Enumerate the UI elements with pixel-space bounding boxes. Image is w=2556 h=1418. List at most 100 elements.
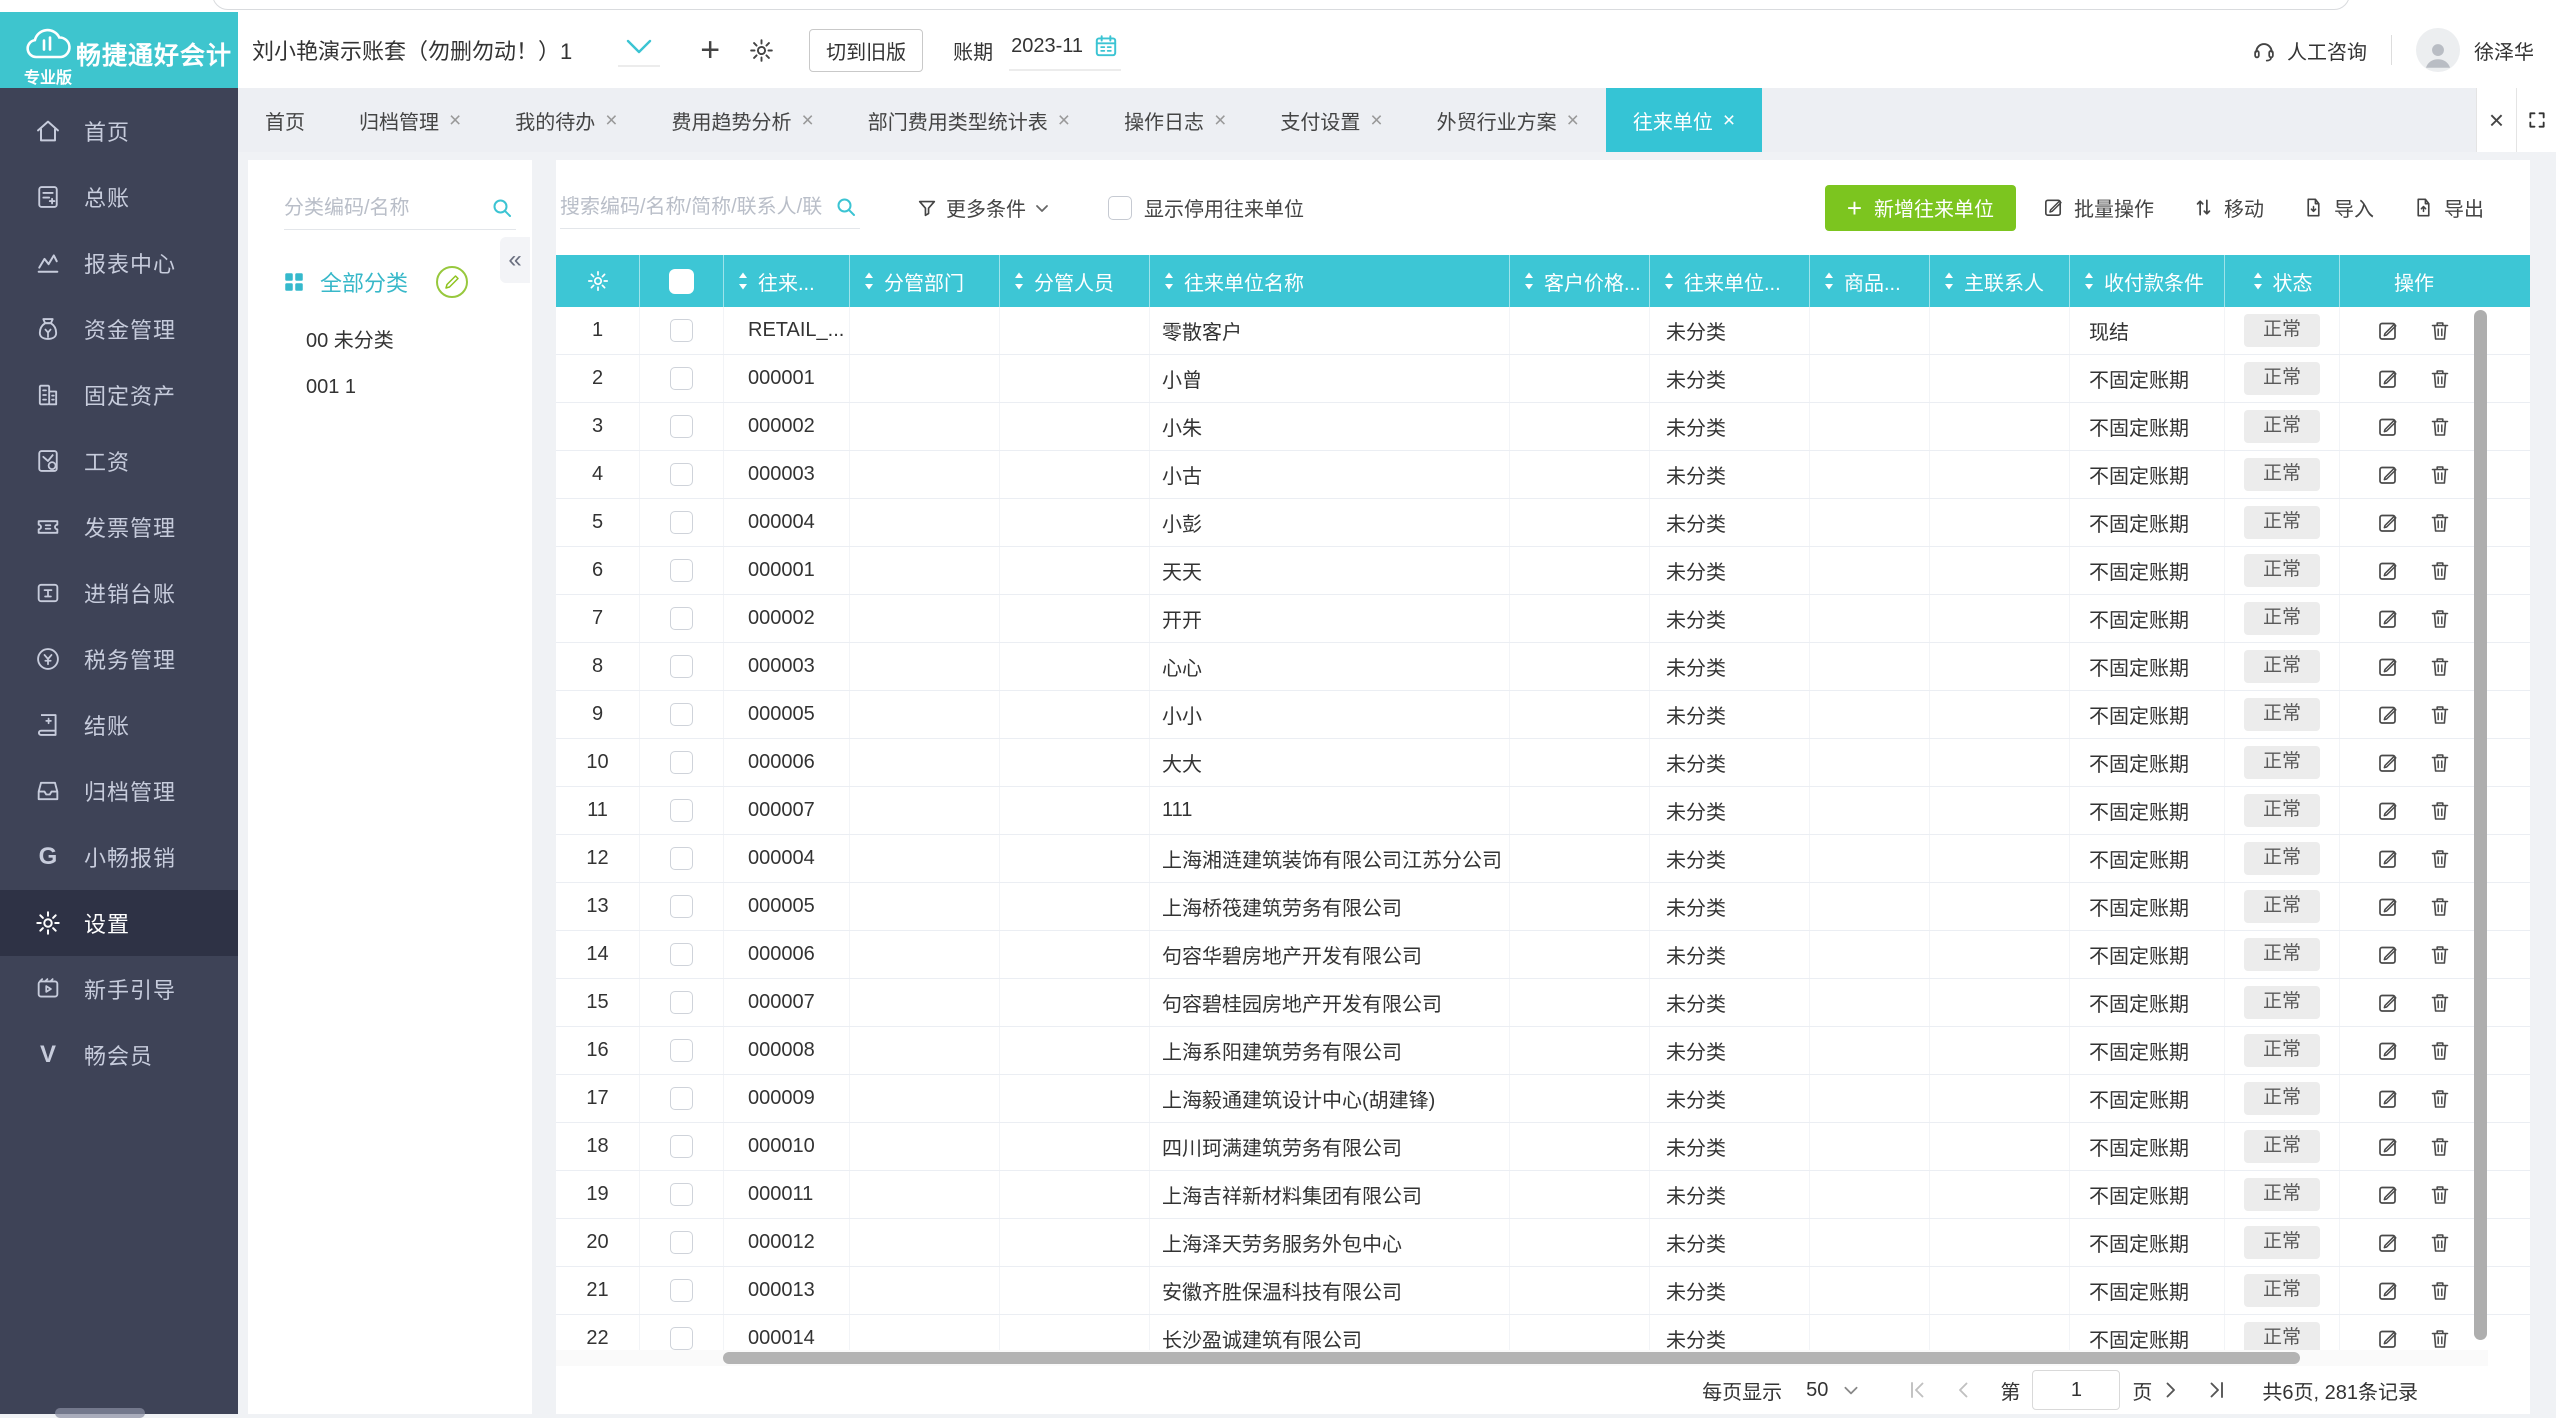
sidebar-item-funds[interactable]: 资金管理 xyxy=(0,296,238,362)
export-button[interactable]: 导出 xyxy=(2412,193,2484,222)
horizontal-scrollbar-thumb[interactable] xyxy=(723,1352,2300,1364)
live-support-link[interactable]: 人工咨询 xyxy=(2251,36,2367,65)
tab-close-icon[interactable]: × xyxy=(449,110,461,131)
edit-icon[interactable] xyxy=(2376,1039,2400,1063)
sidebar-item-home[interactable]: 首页 xyxy=(0,98,238,164)
sidebar-item-general-ledger[interactable]: 总账 xyxy=(0,164,238,230)
edit-icon[interactable] xyxy=(2376,703,2400,727)
row-checkbox[interactable] xyxy=(670,607,693,630)
per-page-chevron-icon[interactable] xyxy=(1842,1381,1860,1399)
collapse-panel-button[interactable]: « xyxy=(500,237,530,283)
delete-icon[interactable] xyxy=(2428,607,2452,631)
delete-icon[interactable] xyxy=(2428,1087,2452,1111)
category-item[interactable]: 001 1 xyxy=(248,364,532,410)
tab-payment-settings[interactable]: 支付设置 × xyxy=(1253,88,1409,152)
category-item[interactable]: 00 未分类 xyxy=(248,318,532,364)
category-search-input[interactable] xyxy=(284,197,484,220)
row-checkbox[interactable] xyxy=(670,1183,693,1206)
edit-icon[interactable] xyxy=(2376,1231,2400,1255)
sidebar-item-member[interactable]: V 畅会员 xyxy=(0,1022,238,1088)
fullscreen-icon[interactable] xyxy=(2516,88,2556,152)
edit-icon[interactable] xyxy=(2376,607,2400,631)
delete-icon[interactable] xyxy=(2428,367,2452,391)
edit-icon[interactable] xyxy=(2376,415,2400,439)
column-settings-gear-icon[interactable] xyxy=(586,269,610,293)
period-picker[interactable]: 2023-11 xyxy=(1009,29,1122,71)
edit-icon[interactable] xyxy=(2376,367,2400,391)
search-icon[interactable] xyxy=(490,196,514,220)
sort-arrows-icon[interactable] xyxy=(1663,270,1675,292)
row-checkbox[interactable] xyxy=(670,559,693,582)
edit-icon[interactable] xyxy=(2376,943,2400,967)
delete-icon[interactable] xyxy=(2428,799,2452,823)
edit-icon[interactable] xyxy=(2376,799,2400,823)
tab-my-todo[interactable]: 我的待办 × xyxy=(488,88,644,152)
sort-arrows-icon[interactable] xyxy=(1013,270,1025,292)
tab-close-icon[interactable]: × xyxy=(1370,110,1382,131)
sort-arrows-icon[interactable] xyxy=(863,270,875,292)
move-button[interactable]: 移动 xyxy=(2192,193,2264,222)
tab-home[interactable]: 首页 xyxy=(238,88,332,152)
more-filters-button[interactable]: 更多条件 xyxy=(916,193,1050,222)
delete-icon[interactable] xyxy=(2428,895,2452,919)
sort-arrows-icon[interactable] xyxy=(2083,270,2095,292)
sidebar-item-closing[interactable]: 结账 xyxy=(0,692,238,758)
account-settings-gear-icon[interactable] xyxy=(748,37,775,64)
row-checkbox[interactable] xyxy=(670,655,693,678)
tab-archive-mgmt[interactable]: 归档管理 × xyxy=(332,88,488,152)
tab-operation-log[interactable]: 操作日志 × xyxy=(1097,88,1253,152)
account-chevron-down-icon[interactable] xyxy=(618,33,661,67)
edit-icon[interactable] xyxy=(2376,463,2400,487)
add-account-set-icon[interactable]: + xyxy=(700,33,720,67)
delete-icon[interactable] xyxy=(2428,1231,2452,1255)
row-checkbox[interactable] xyxy=(670,367,693,390)
column-header-action[interactable]: 操作 xyxy=(2340,255,2488,307)
tab-expense-trend[interactable]: 费用趋势分析 × xyxy=(645,88,841,152)
add-partner-button[interactable]: + 新增往来单位 xyxy=(1824,184,2016,231)
delete-icon[interactable] xyxy=(2428,703,2452,727)
edit-icon[interactable] xyxy=(2376,1135,2400,1159)
close-all-tabs-icon[interactable]: × xyxy=(2476,88,2516,152)
delete-icon[interactable] xyxy=(2428,1327,2452,1351)
edit-icon[interactable] xyxy=(2376,1087,2400,1111)
edit-icon[interactable] xyxy=(2376,1279,2400,1303)
first-page-button[interactable] xyxy=(1906,1379,1928,1401)
horizontal-scrollbar[interactable] xyxy=(556,1350,2488,1366)
tab-close-icon[interactable]: × xyxy=(1058,110,1070,131)
delete-icon[interactable] xyxy=(2428,847,2452,871)
edit-categories-icon[interactable] xyxy=(436,266,469,298)
sidebar-item-purchase-sale-ledger[interactable]: 进销台账 xyxy=(0,560,238,626)
switch-to-old-version-button[interactable]: 切到旧版 xyxy=(809,28,924,72)
edit-icon[interactable] xyxy=(2376,655,2400,679)
batch-operate-button[interactable]: 批量操作 xyxy=(2042,193,2154,222)
row-checkbox[interactable] xyxy=(670,1327,693,1350)
sidebar-item-invoice[interactable]: 发票管理 xyxy=(0,494,238,560)
column-header-person[interactable]: 分管人员 xyxy=(1000,255,1150,307)
row-checkbox[interactable] xyxy=(670,1279,693,1302)
category-root-row[interactable]: 全部分类 xyxy=(248,266,532,298)
delete-icon[interactable] xyxy=(2428,1279,2452,1303)
sort-arrows-icon[interactable] xyxy=(1943,270,1955,292)
sort-arrows-icon[interactable] xyxy=(1163,270,1175,292)
sort-arrows-icon[interactable] xyxy=(1823,270,1835,292)
delete-icon[interactable] xyxy=(2428,655,2452,679)
delete-icon[interactable] xyxy=(2428,463,2452,487)
tab-dept-expense-stats[interactable]: 部门费用类型统计表 × xyxy=(841,88,1097,152)
delete-icon[interactable] xyxy=(2428,1135,2452,1159)
sidebar-item-reimburse[interactable]: G 小畅报销 xyxy=(0,824,238,890)
sidebar-item-salary[interactable]: 工资 xyxy=(0,428,238,494)
column-header-payment[interactable]: 收付款条件 xyxy=(2070,255,2225,307)
edit-icon[interactable] xyxy=(2376,895,2400,919)
column-header-customer_price[interactable]: 客户价格... xyxy=(1510,255,1650,307)
edit-icon[interactable] xyxy=(2376,319,2400,343)
delete-icon[interactable] xyxy=(2428,559,2452,583)
last-page-button[interactable] xyxy=(2206,1379,2228,1401)
next-page-button[interactable] xyxy=(2160,1379,2182,1401)
edit-icon[interactable] xyxy=(2376,1327,2400,1351)
import-button[interactable]: 导入 xyxy=(2302,193,2374,222)
row-checkbox[interactable] xyxy=(670,1039,693,1062)
sidebar-item-report-center[interactable]: 报表中心 xyxy=(0,230,238,296)
row-checkbox[interactable] xyxy=(670,847,693,870)
page-number-input[interactable] xyxy=(2032,1370,2121,1410)
column-header-category[interactable]: 往来单位... xyxy=(1650,255,1810,307)
